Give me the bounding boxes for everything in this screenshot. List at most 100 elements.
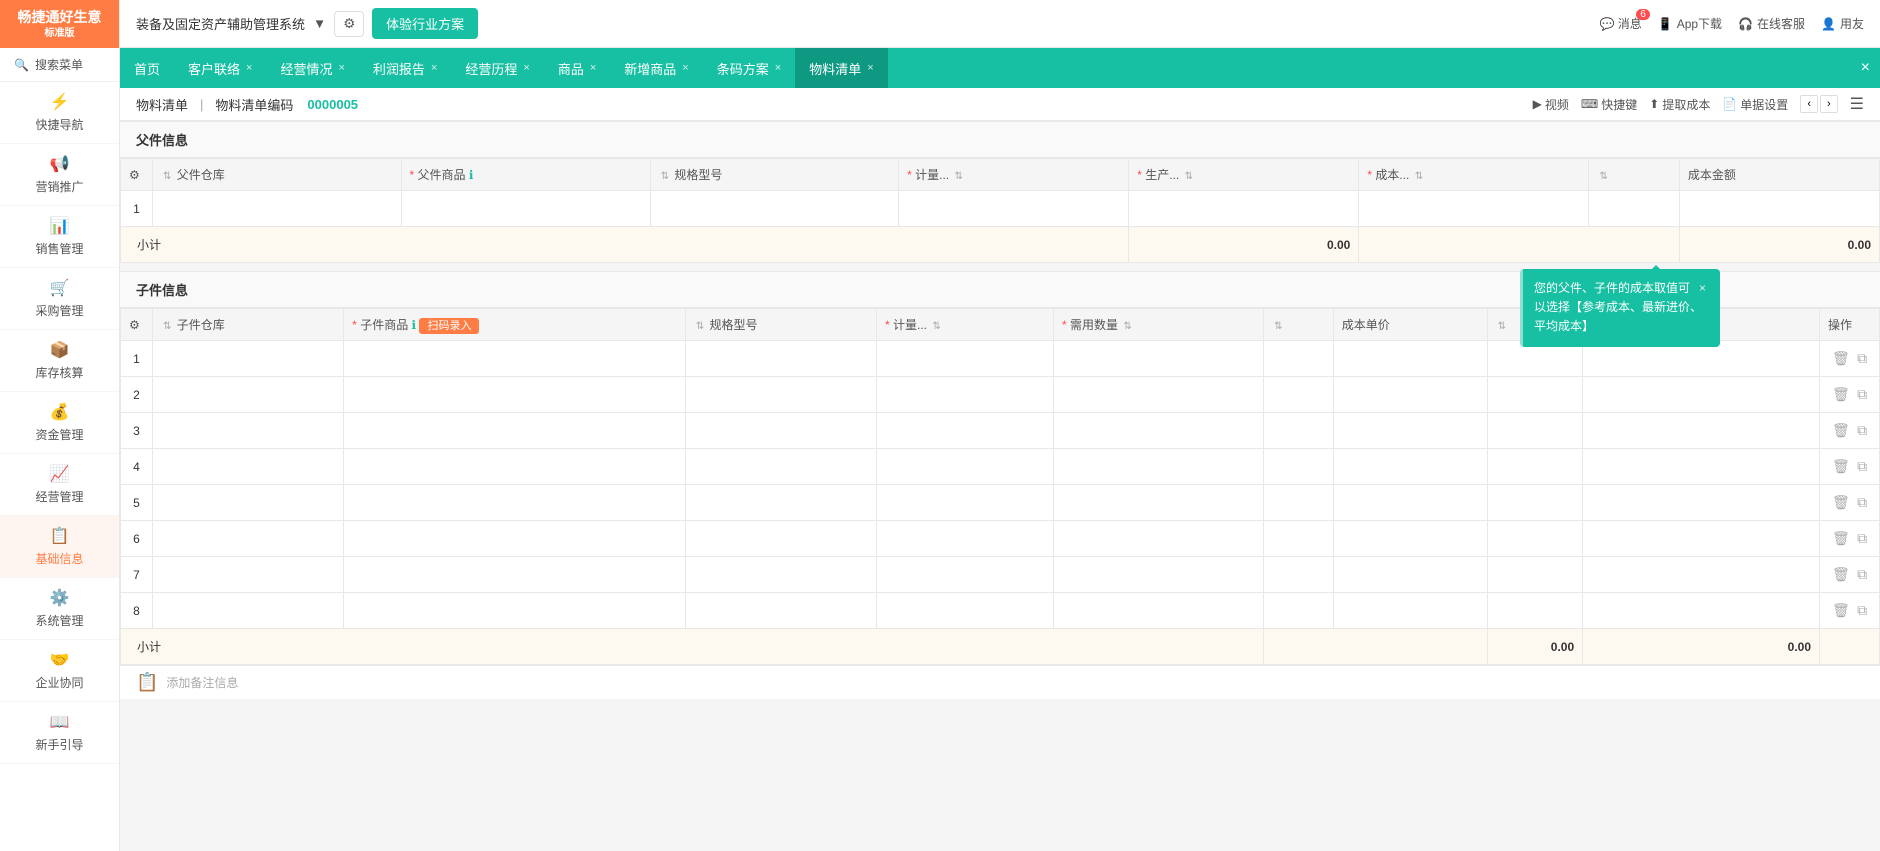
- scan-badge[interactable]: 扫码录入: [419, 318, 479, 334]
- sidebar-item-purchase[interactable]: 🛒 采购管理: [0, 268, 119, 330]
- child-row2-spec[interactable]: [685, 377, 876, 413]
- child-row6-goods[interactable]: [344, 521, 686, 557]
- child-row1-spec[interactable]: [685, 341, 876, 377]
- sidebar-item-inventory[interactable]: 📦 库存核算: [0, 330, 119, 392]
- child-row7-unit[interactable]: [876, 557, 1053, 593]
- parent-row-sort[interactable]: [1589, 191, 1679, 227]
- extract-cost-button[interactable]: ⬆ 提取成本: [1649, 96, 1710, 113]
- sidebar-item-basic-info[interactable]: 📋 基础信息: [0, 516, 119, 578]
- child-row5-unit-cost[interactable]: [1333, 485, 1487, 521]
- child-row3-unit-cost[interactable]: [1333, 413, 1487, 449]
- sidebar-item-operations[interactable]: 📈 经营管理: [0, 454, 119, 516]
- child-col-settings[interactable]: ⚙: [121, 309, 153, 341]
- child-row2-unit-cost[interactable]: [1333, 377, 1487, 413]
- child-row4-unit-cost[interactable]: [1333, 449, 1487, 485]
- child-row6-warehouse[interactable]: [153, 521, 344, 557]
- child-row2-sort[interactable]: [1264, 377, 1334, 413]
- tab-new-goods-close[interactable]: ×: [682, 62, 688, 74]
- tab-home[interactable]: 首页: [120, 48, 174, 88]
- child-row2-warehouse[interactable]: [153, 377, 344, 413]
- tab-history-close[interactable]: ×: [523, 62, 529, 74]
- tab-profit[interactable]: 利润报告 ×: [359, 48, 451, 88]
- view-video-button[interactable]: ▶ 视频: [1533, 96, 1569, 113]
- parent-row-warehouse[interactable]: [153, 191, 402, 227]
- child-row8-warehouse[interactable]: [153, 593, 344, 629]
- parent-row-spec[interactable]: [650, 191, 899, 227]
- tab-bom[interactable]: 物料清单 ×: [795, 48, 887, 88]
- delete-row7-button[interactable]: 🗑: [1832, 566, 1850, 582]
- child-row8-amount[interactable]: [1583, 593, 1820, 629]
- tab-profit-close[interactable]: ×: [431, 62, 437, 74]
- child-row3-amount[interactable]: [1583, 413, 1820, 449]
- child-row5-amount[interactable]: [1583, 485, 1820, 521]
- message-button[interactable]: 💬 6 消息: [1599, 15, 1641, 32]
- tab-goods-close[interactable]: ×: [590, 62, 596, 74]
- child-row4-amount[interactable]: [1583, 449, 1820, 485]
- child-row4-qty[interactable]: [1053, 449, 1263, 485]
- child-row7-unit-cost[interactable]: [1333, 557, 1487, 593]
- child-row1-qty[interactable]: [1053, 341, 1263, 377]
- child-row5-qty[interactable]: [1053, 485, 1263, 521]
- child-row3-sort2[interactable]: [1487, 413, 1583, 449]
- child-row2-goods[interactable]: [344, 377, 686, 413]
- child-row1-unit[interactable]: [876, 341, 1053, 377]
- child-row8-unit-cost[interactable]: [1333, 593, 1487, 629]
- child-row5-spec[interactable]: [685, 485, 876, 521]
- child-row8-goods[interactable]: [344, 593, 686, 629]
- child-row4-warehouse[interactable]: [153, 449, 344, 485]
- child-row3-qty[interactable]: [1053, 413, 1263, 449]
- child-row2-qty[interactable]: [1053, 377, 1263, 413]
- child-row7-sort2[interactable]: [1487, 557, 1583, 593]
- child-row6-spec[interactable]: [685, 521, 876, 557]
- child-row5-sort[interactable]: [1264, 485, 1334, 521]
- delete-row6-button[interactable]: 🗑: [1832, 530, 1850, 546]
- sidebar-item-guide[interactable]: 📖 新手引导: [0, 702, 119, 764]
- grid-view-button[interactable]: ☰: [1850, 94, 1864, 114]
- child-row3-warehouse[interactable]: [153, 413, 344, 449]
- child-row3-goods[interactable]: [344, 413, 686, 449]
- online-service-button[interactable]: 🎧 在线客服: [1738, 15, 1805, 32]
- child-row6-unit-cost[interactable]: [1333, 521, 1487, 557]
- child-row8-qty[interactable]: [1053, 593, 1263, 629]
- tab-barcode-close[interactable]: ×: [775, 62, 781, 74]
- copy-row2-button[interactable]: ⧉: [1857, 386, 1867, 402]
- child-row6-qty[interactable]: [1053, 521, 1263, 557]
- parent-goods-info-icon[interactable]: ℹ: [469, 168, 474, 182]
- child-row8-sort[interactable]: [1264, 593, 1334, 629]
- parent-row-cost[interactable]: [1359, 191, 1589, 227]
- copy-row7-button[interactable]: ⧉: [1857, 566, 1867, 582]
- tab-operations-close[interactable]: ×: [338, 62, 344, 74]
- child-row5-goods[interactable]: [344, 485, 686, 521]
- sidebar-item-search[interactable]: 🔍 搜索菜单: [0, 48, 119, 82]
- delete-row1-button[interactable]: 🗑: [1832, 350, 1850, 366]
- sidebar-item-sales[interactable]: 📊 销售管理: [0, 206, 119, 268]
- child-row1-warehouse[interactable]: [153, 341, 344, 377]
- child-row2-unit[interactable]: [876, 377, 1053, 413]
- copy-row3-button[interactable]: ⧉: [1857, 422, 1867, 438]
- child-row5-warehouse[interactable]: [153, 485, 344, 521]
- tab-customer[interactable]: 客户联络 ×: [174, 48, 266, 88]
- child-row7-qty[interactable]: [1053, 557, 1263, 593]
- parent-row-production[interactable]: [1129, 191, 1359, 227]
- sidebar-item-quick-nav[interactable]: ⚡ 快捷导航: [0, 82, 119, 144]
- child-row7-amount[interactable]: [1583, 557, 1820, 593]
- parent-row-amount[interactable]: [1679, 191, 1879, 227]
- child-row1-unit-cost[interactable]: [1333, 341, 1487, 377]
- child-row7-warehouse[interactable]: [153, 557, 344, 593]
- child-row8-sort2[interactable]: [1487, 593, 1583, 629]
- parent-col-settings[interactable]: ⚙: [121, 159, 153, 191]
- tab-bom-close[interactable]: ×: [867, 62, 873, 74]
- copy-row4-button[interactable]: ⧉: [1857, 458, 1867, 474]
- child-row6-sort2[interactable]: [1487, 521, 1583, 557]
- sidebar-item-marketing[interactable]: 📢 营销推广: [0, 144, 119, 206]
- child-row7-sort[interactable]: [1264, 557, 1334, 593]
- tab-new-goods[interactable]: 新增商品 ×: [610, 48, 702, 88]
- child-row1-goods[interactable]: [344, 341, 686, 377]
- breadcrumb-item1[interactable]: 物料清单: [136, 95, 188, 114]
- tab-history[interactable]: 经营历程 ×: [451, 48, 543, 88]
- child-row6-amount[interactable]: [1583, 521, 1820, 557]
- child-goods-info-icon[interactable]: ℹ: [412, 318, 417, 332]
- child-row4-spec[interactable]: [685, 449, 876, 485]
- delete-row5-button[interactable]: 🗑: [1832, 494, 1850, 510]
- child-row4-unit[interactable]: [876, 449, 1053, 485]
